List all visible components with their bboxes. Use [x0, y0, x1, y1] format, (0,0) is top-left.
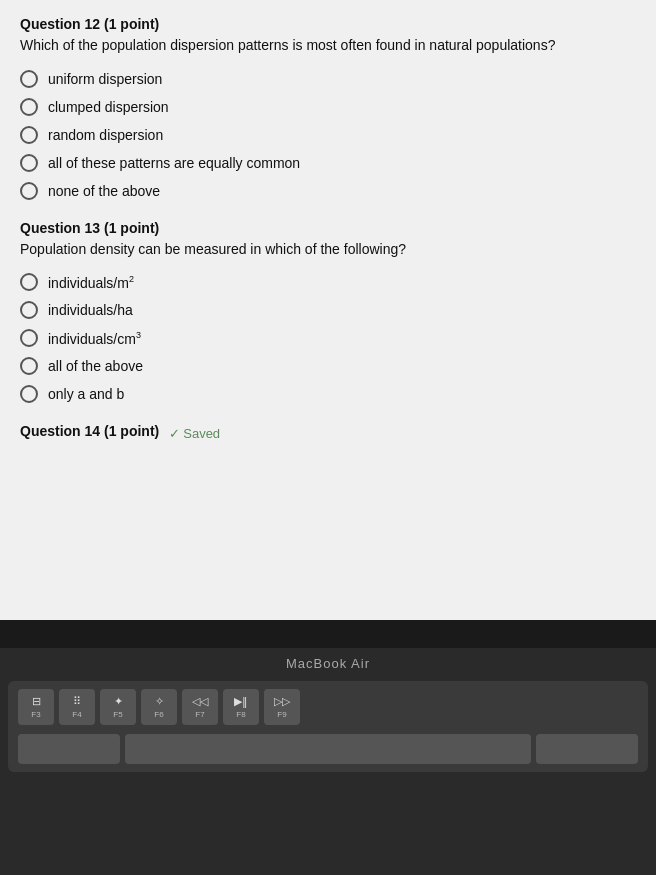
radio-button[interactable] [20, 301, 38, 319]
option-label: individuals/cm3 [48, 330, 141, 347]
screen-border-bar [0, 620, 656, 648]
f3-key[interactable]: ⊟ F3 [18, 689, 54, 725]
mission-control-icon: ⊟ [32, 695, 41, 708]
radio-button[interactable] [20, 126, 38, 144]
launchpad-icon: ⠿ [73, 695, 81, 708]
fast-forward-icon: ▷▷ [274, 695, 290, 708]
f9-key[interactable]: ▷▷ F9 [264, 689, 300, 725]
option-label: none of the above [48, 183, 160, 199]
f4-key[interactable]: ⠿ F4 [59, 689, 95, 725]
list-item[interactable]: individuals/ha [20, 301, 636, 319]
radio-button[interactable] [20, 385, 38, 403]
list-item[interactable]: individuals/cm3 [20, 329, 636, 347]
option-label: uniform dispersion [48, 71, 162, 87]
screen: Question 12 (1 point) Which of the popul… [0, 0, 656, 620]
question-13-text: Population density can be measured in wh… [20, 240, 636, 260]
radio-button[interactable] [20, 98, 38, 116]
option-label: individuals/ha [48, 302, 133, 318]
bottom-key-row [18, 734, 638, 764]
option-label: all of these patterns are equally common [48, 155, 300, 171]
brightness-up-icon: ✧ [155, 695, 164, 708]
saved-status: ✓Saved [169, 426, 220, 441]
radio-button[interactable] [20, 329, 38, 347]
list-item[interactable]: uniform dispersion [20, 70, 636, 88]
question-14-row: Question 14 (1 point) ✓Saved [20, 423, 636, 443]
macbook-brand-label: MacBook Air [286, 656, 370, 671]
radio-button[interactable] [20, 273, 38, 291]
checkmark-icon: ✓ [169, 426, 180, 441]
option-label: all of the above [48, 358, 143, 374]
question-14-header: Question 14 (1 point) [20, 423, 159, 439]
key-placeholder-1[interactable] [18, 734, 120, 764]
list-item[interactable]: all of the above [20, 357, 636, 375]
f6-key[interactable]: ✧ F6 [141, 689, 177, 725]
bottom-bezel: MacBook Air ⊟ F3 ⠿ F4 ✦ F5 ✧ F6 ◁◁ F7 [0, 620, 656, 875]
list-item[interactable]: all of these patterns are equally common [20, 154, 636, 172]
list-item[interactable]: none of the above [20, 182, 636, 200]
key-placeholder-3[interactable] [536, 734, 638, 764]
f8-key[interactable]: ▶‖ F8 [223, 689, 259, 725]
option-label: random dispersion [48, 127, 163, 143]
question-12-text: Which of the population dispersion patte… [20, 36, 636, 56]
question-12-header: Question 12 (1 point) [20, 16, 636, 32]
keyboard: ⊟ F3 ⠿ F4 ✦ F5 ✧ F6 ◁◁ F7 ▶‖ F8 [8, 681, 648, 772]
f5-key[interactable]: ✦ F5 [100, 689, 136, 725]
radio-button[interactable] [20, 357, 38, 375]
question-12-options: uniform dispersion clumped dispersion ra… [20, 70, 636, 200]
question-13-header: Question 13 (1 point) [20, 220, 636, 236]
radio-button[interactable] [20, 182, 38, 200]
radio-button[interactable] [20, 154, 38, 172]
option-label: clumped dispersion [48, 99, 169, 115]
list-item[interactable]: individuals/m2 [20, 273, 636, 291]
list-item[interactable]: random dispersion [20, 126, 636, 144]
rewind-icon: ◁◁ [192, 695, 208, 708]
radio-button[interactable] [20, 70, 38, 88]
question-13-options: individuals/m2 individuals/ha individual… [20, 273, 636, 403]
play-pause-icon: ▶‖ [234, 695, 248, 708]
brightness-down-icon: ✦ [114, 695, 123, 708]
list-item[interactable]: only a and b [20, 385, 636, 403]
f7-key[interactable]: ◁◁ F7 [182, 689, 218, 725]
list-item[interactable]: clumped dispersion [20, 98, 636, 116]
option-label: individuals/m2 [48, 274, 134, 291]
function-key-row: ⊟ F3 ⠿ F4 ✦ F5 ✧ F6 ◁◁ F7 ▶‖ F8 [18, 689, 638, 725]
content-area: Question 12 (1 point) Which of the popul… [0, 0, 656, 620]
option-label: only a and b [48, 386, 124, 402]
key-placeholder-2[interactable] [125, 734, 532, 764]
